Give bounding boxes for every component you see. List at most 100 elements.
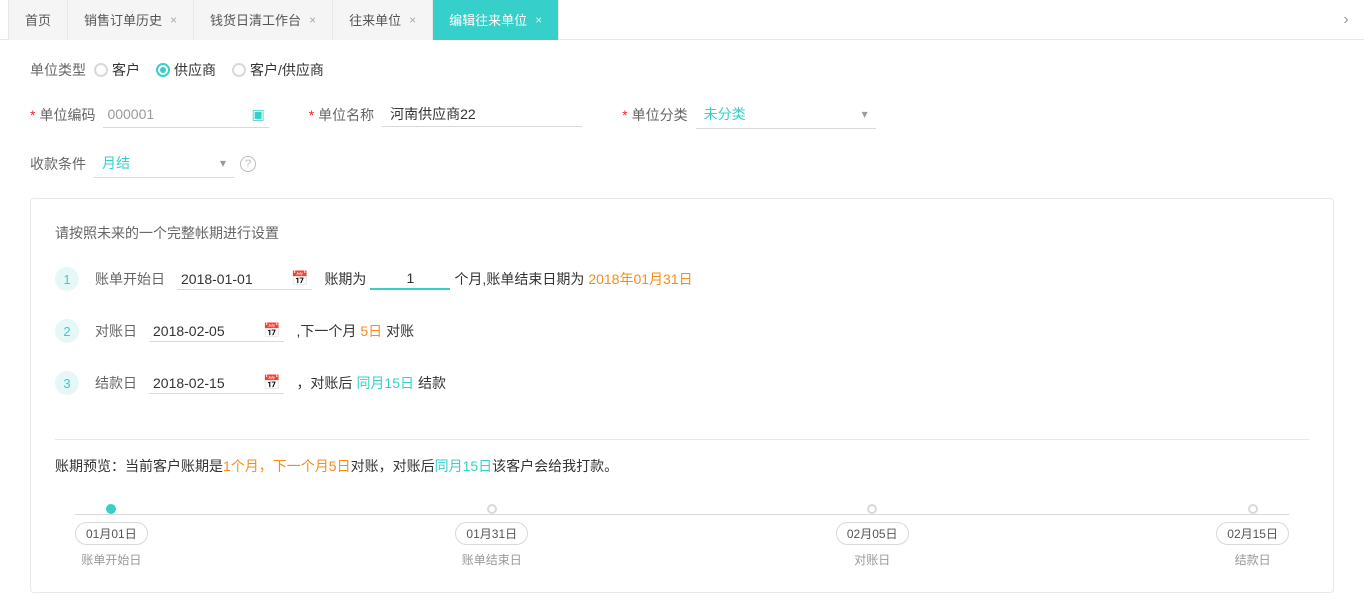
calendar-icon-2[interactable]: 📅 [263,322,280,339]
tab-close-edit-partner[interactable]: × [535,13,542,27]
step2-num: 2 [55,319,79,343]
step1-label: 账单开始日 [95,269,165,289]
unit-type-row: 单位类型 客户 供应商 客户/供应商 [30,60,1334,80]
required-star-category: * [622,107,627,123]
timeline-label: 对账日 [854,551,890,568]
tabs-scroll-arrow[interactable]: › [1336,11,1356,29]
payment-terms-select[interactable]: 月结 ▾ [94,149,234,178]
radio-supplier[interactable]: 供应商 [156,60,216,80]
step2-label: 对账日 [95,321,137,341]
unit-name-input[interactable] [382,102,582,127]
unit-name-item: * 单位名称 [309,102,582,127]
preview-part1: 1个月， [223,458,273,474]
step1-period-post: 个月,账单结束日期为 [454,269,584,289]
unit-code-input-wrap: ▣ [103,102,268,128]
timeline-dot [867,504,877,514]
radio-circle-both [232,63,246,77]
unit-code-input[interactable] [107,106,247,122]
preview-section: 账期预览：当前客户账期是1个月，下一个月5日对账，对账后同月15日该客户会给我打… [55,419,1309,568]
unit-category-label: 单位分类 [632,105,688,125]
step3-highlight: 同月15日 [356,373,414,393]
tab-close-partner[interactable]: × [409,13,416,27]
payment-terms-value: 月结 [102,153,212,173]
calendar-icon-3[interactable]: 📅 [263,374,280,391]
step1-date-wrap: 📅 [177,268,312,290]
tab-home[interactable]: 首页 [8,0,68,40]
tabs-bar: 首页销售订单历史×钱货日清工作台×往来单位×编辑往来单位× › [0,0,1364,40]
step3-label: 结款日 [95,373,137,393]
step3-num: 3 [55,371,79,395]
unit-category-item: * 单位分类 未分类 ▾ [622,100,875,129]
unit-type-label: 单位类型 [30,60,86,80]
radio-label-customer: 客户 [112,60,140,80]
step2-date-wrap: 📅 [149,320,284,342]
payment-terms-label: 收款条件 [30,154,86,174]
timeline-label: 账单开始日 [81,551,141,568]
tab-cash-work[interactable]: 钱货日清工作台× [194,0,333,40]
timeline-date: 02月15日 [1216,522,1289,545]
preview-part3: 对账，对账后 [351,458,435,474]
step3-pre: ，对账后 [296,373,352,393]
radio-label-supplier: 供应商 [174,60,216,80]
calendar-icon-1[interactable]: 📅 [291,270,308,287]
unit-info-row: * 单位编码 ▣ * 单位名称 * 单位分类 未分类 ▾ [30,100,1334,129]
timeline-date: 01月01日 [75,522,148,545]
tab-edit-partner[interactable]: 编辑往来单位× [433,0,559,40]
required-star-name: * [309,107,314,123]
timeline-point: 02月05日对账日 [836,504,909,568]
tab-close-cash-work[interactable]: × [309,13,316,27]
step2-date-input[interactable] [153,323,263,339]
help-icon[interactable]: ? [240,156,256,172]
step3-post: 结款 [418,373,446,393]
step2-highlight: 5日 [360,321,382,341]
required-star-code: * [30,107,35,123]
payment-terms-row: 收款条件 月结 ▾ ? [30,149,1334,178]
chevron-down-icon: ▾ [862,107,868,121]
unit-name-label: 单位名称 [318,105,374,125]
step3-date-wrap: 📅 [149,372,284,394]
radio-circle-supplier [156,63,170,77]
unit-code-icon[interactable]: ▣ [251,106,264,123]
tab-partner[interactable]: 往来单位× [333,0,433,40]
step3-date-input[interactable] [153,375,263,391]
step1-period-pre: 账期为 [324,269,366,289]
settings-card: 请按照未来的一个完整帐期进行设置 1 账单开始日 📅 账期为 个月,账单结束日期… [30,198,1334,593]
preview-part5: 该客户会给我打款。 [492,458,618,474]
main-content: 单位类型 客户 供应商 客户/供应商 * 单位编码 ▣ * 单位名称 * 单位分类 … [0,40,1364,613]
step1-end-date: 2018年01月31日 [588,269,692,289]
period-input[interactable] [370,268,450,290]
radio-label-both: 客户/供应商 [250,60,324,80]
preview-part2: 下一个月5日 [273,458,351,474]
preview-text: 账期预览：当前客户账期是1个月，下一个月5日对账，对账后同月15日该客户会给我打… [55,456,1309,476]
timeline-point: 01月01日账单开始日 [75,504,148,568]
timeline-date: 02月05日 [836,522,909,545]
step1-row: 1 账单开始日 📅 账期为 个月,账单结束日期为 2018年01月31日 [55,267,1309,291]
timeline-point: 01月31日账单结束日 [455,504,528,568]
unit-type-radio-group: 客户 供应商 客户/供应商 [94,60,324,80]
timeline-point: 02月15日结款日 [1216,504,1289,568]
step2-pre: ,下一个月 [296,321,356,341]
tab-close-sales-history[interactable]: × [170,13,177,27]
radio-customer[interactable]: 客户 [94,60,140,80]
timeline-points: 01月01日账单开始日 01月31日账单结束日 02月05日对账日 02月15日结款日 [75,504,1289,568]
card-title: 请按照未来的一个完整帐期进行设置 [55,223,1309,243]
unit-category-value: 未分类 [704,104,854,124]
timeline: 01月01日账单开始日 01月31日账单结束日 02月05日对账日 02月15日结款日 [55,504,1309,568]
step3-row: 3 结款日 📅 ，对账后 同月15日 结款 [55,371,1309,395]
step2-row: 2 对账日 📅 ,下一个月 5日 对账 [55,319,1309,343]
timeline-dot [487,504,497,514]
radio-circle-customer [94,63,108,77]
tab-sales-history[interactable]: 销售订单历史× [68,0,194,40]
timeline-dot [1248,504,1258,514]
unit-code-item: * 单位编码 ▣ [30,102,269,128]
preview-label: 账期预览：当前客户账期是 [55,458,223,474]
preview-part4: 同月15日 [435,458,493,474]
unit-category-select[interactable]: 未分类 ▾ [696,100,876,129]
step2-post: 对账 [386,321,414,341]
step1-num: 1 [55,267,79,291]
chevron-down-icon-payment: ▾ [220,156,226,170]
step1-date-input[interactable] [181,271,291,287]
radio-both[interactable]: 客户/供应商 [232,60,324,80]
unit-code-label: 单位编码 [39,105,95,125]
timeline-label: 结款日 [1235,551,1271,568]
